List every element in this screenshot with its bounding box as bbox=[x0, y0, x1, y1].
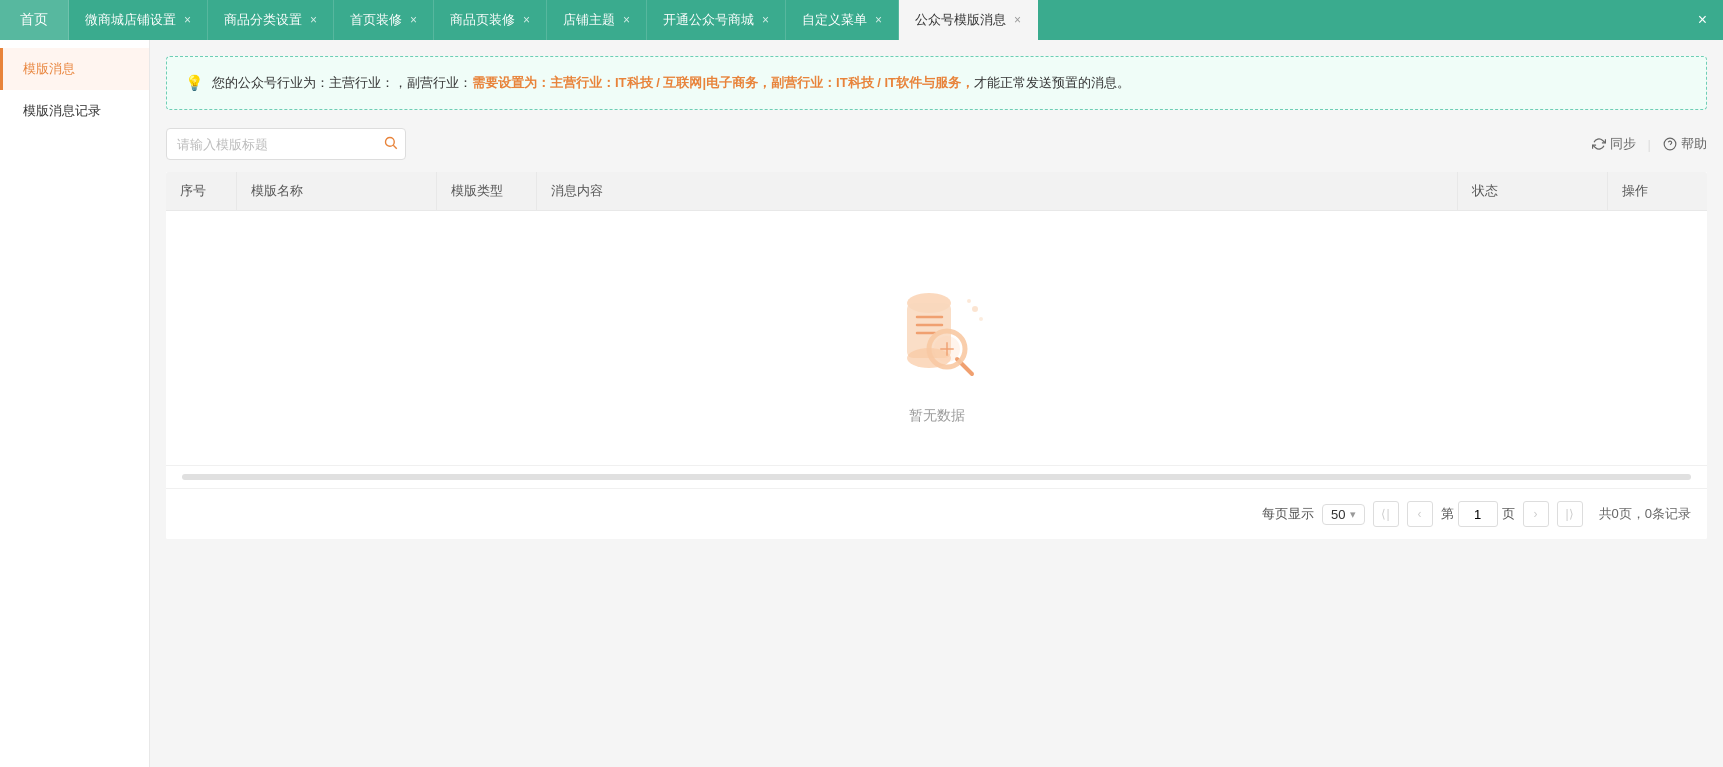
empty-state: 暂无数据 bbox=[166, 211, 1707, 465]
total-info: 共0页，0条记录 bbox=[1599, 505, 1691, 523]
sidebar: 模版消息 模版消息记录 bbox=[0, 40, 150, 767]
search-input[interactable] bbox=[166, 128, 406, 160]
th-index: 序号 bbox=[166, 172, 236, 211]
tab-wsc-shop-label: 微商城店铺设置 bbox=[85, 11, 176, 29]
next-page-button[interactable]: › bbox=[1523, 501, 1549, 527]
tab-product-category[interactable]: 商品分类设置 × bbox=[208, 0, 334, 40]
page-size-value: 50 bbox=[1331, 507, 1345, 522]
th-content-label: 消息内容 bbox=[551, 183, 603, 198]
svg-point-0 bbox=[386, 138, 395, 147]
page-label-before: 第 bbox=[1441, 505, 1454, 523]
th-name-label: 模版名称 bbox=[251, 183, 303, 198]
th-action-label: 操作 bbox=[1622, 183, 1648, 198]
th-status: 状态 bbox=[1457, 172, 1607, 211]
scrollbar-row bbox=[166, 465, 1707, 488]
notice-icon: 💡 bbox=[185, 71, 204, 95]
help-label: 帮助 bbox=[1681, 135, 1707, 153]
tab-shop-theme[interactable]: 店铺主题 × bbox=[547, 0, 647, 40]
divider: | bbox=[1648, 137, 1651, 152]
page-size-select[interactable]: 50 ▾ bbox=[1322, 504, 1364, 525]
next-page-icon: › bbox=[1534, 507, 1538, 521]
notice-prefix: 您的公众号行业为：主营行业：，副营行业： bbox=[212, 73, 472, 94]
page-input-wrap: 第 页 bbox=[1441, 501, 1515, 527]
data-table: 序号 模版名称 模版类型 消息内容 状态 bbox=[166, 172, 1707, 465]
th-name: 模版名称 bbox=[236, 172, 436, 211]
close-all-button[interactable]: × bbox=[1682, 11, 1723, 29]
per-page-label: 每页显示 bbox=[1262, 505, 1314, 523]
tab-product-decor-close[interactable]: × bbox=[523, 13, 530, 27]
notice-suffix: 才能正常发送预置的消息。 bbox=[974, 73, 1130, 94]
first-page-icon: ⟨| bbox=[1381, 507, 1389, 521]
pagination-bar: 每页显示 50 ▾ ⟨| ‹ 第 页 › bbox=[166, 488, 1707, 539]
tab-custom-menu-close[interactable]: × bbox=[875, 13, 882, 27]
sync-button[interactable]: 同步 bbox=[1592, 135, 1636, 153]
tab-product-category-close[interactable]: × bbox=[310, 13, 317, 27]
sidebar-item-template-record[interactable]: 模版消息记录 bbox=[0, 90, 149, 132]
tab-open-mall-close[interactable]: × bbox=[762, 13, 769, 27]
chevron-down-icon: ▾ bbox=[1350, 508, 1356, 521]
tab-homepage-decor-label: 首页装修 bbox=[350, 11, 402, 29]
svg-point-16 bbox=[979, 317, 983, 321]
th-content: 消息内容 bbox=[536, 172, 1457, 211]
sidebar-item-template-record-label: 模版消息记录 bbox=[23, 103, 101, 118]
th-action: 操作 bbox=[1607, 172, 1707, 211]
prev-page-button[interactable]: ‹ bbox=[1407, 501, 1433, 527]
svg-point-15 bbox=[972, 306, 978, 312]
tab-homepage-decor[interactable]: 首页装修 × bbox=[334, 0, 434, 40]
th-type: 模版类型 bbox=[436, 172, 536, 211]
sidebar-item-template-msg[interactable]: 模版消息 bbox=[0, 48, 149, 90]
notice-highlight: 需要设置为：主营行业：IT科技 / 互联网|电子商务，副营行业：IT科技 / I… bbox=[472, 73, 974, 94]
search-input-wrap bbox=[166, 128, 406, 160]
prev-page-icon: ‹ bbox=[1418, 507, 1422, 521]
last-page-icon: |⟩ bbox=[1565, 507, 1573, 521]
last-page-button[interactable]: |⟩ bbox=[1557, 501, 1583, 527]
first-page-button[interactable]: ⟨| bbox=[1373, 501, 1399, 527]
tab-product-category-label: 商品分类设置 bbox=[224, 11, 302, 29]
sync-label: 同步 bbox=[1610, 135, 1636, 153]
table-header-row: 序号 模版名称 模版类型 消息内容 状态 bbox=[166, 172, 1707, 211]
empty-text: 暂无数据 bbox=[909, 407, 965, 425]
svg-point-17 bbox=[967, 299, 971, 303]
top-navigation: 首页 微商城店铺设置 × 商品分类设置 × 首页装修 × 商品页装修 × 店铺主… bbox=[0, 0, 1723, 40]
content-area: 💡 您的公众号行业为：主营行业：，副营行业： 需要设置为：主营行业：IT科技 /… bbox=[150, 40, 1723, 767]
th-index-label: 序号 bbox=[180, 183, 206, 198]
tab-open-mall[interactable]: 开通公众号商城 × bbox=[647, 0, 786, 40]
main-layout: 模版消息 模版消息记录 💡 您的公众号行业为：主营行业：，副营行业： 需要设置为… bbox=[0, 40, 1723, 767]
data-table-wrap: 序号 模版名称 模版类型 消息内容 状态 bbox=[166, 172, 1707, 539]
th-type-label: 模版类型 bbox=[451, 183, 503, 198]
page-number-input[interactable] bbox=[1458, 501, 1498, 527]
tab-wsc-shop[interactable]: 微商城店铺设置 × bbox=[69, 0, 208, 40]
empty-illustration bbox=[877, 271, 997, 391]
tab-wsc-shop-close[interactable]: × bbox=[184, 13, 191, 27]
help-button[interactable]: 帮助 bbox=[1663, 135, 1707, 153]
page-label-after: 页 bbox=[1502, 505, 1515, 523]
tab-product-decor[interactable]: 商品页装修 × bbox=[434, 0, 547, 40]
tab-home-label: 首页 bbox=[20, 11, 48, 29]
horizontal-scrollbar[interactable] bbox=[182, 474, 1691, 480]
sidebar-item-template-msg-label: 模版消息 bbox=[23, 61, 75, 76]
tab-template-msg-label: 公众号模版消息 bbox=[915, 11, 1006, 29]
tab-custom-menu[interactable]: 自定义菜单 × bbox=[786, 0, 899, 40]
th-status-label: 状态 bbox=[1472, 183, 1498, 198]
search-actions: 同步 | 帮助 bbox=[1592, 135, 1707, 153]
tab-template-msg[interactable]: 公众号模版消息 × bbox=[899, 0, 1038, 40]
tab-custom-menu-label: 自定义菜单 bbox=[802, 11, 867, 29]
tab-home[interactable]: 首页 bbox=[0, 0, 69, 40]
empty-state-row: 暂无数据 bbox=[166, 211, 1707, 466]
tab-shop-theme-label: 店铺主题 bbox=[563, 11, 615, 29]
table-body: 暂无数据 bbox=[166, 211, 1707, 466]
tab-open-mall-label: 开通公众号商城 bbox=[663, 11, 754, 29]
tab-product-decor-label: 商品页装修 bbox=[450, 11, 515, 29]
svg-line-1 bbox=[393, 145, 396, 148]
tab-template-msg-close[interactable]: × bbox=[1014, 13, 1021, 27]
tab-homepage-decor-close[interactable]: × bbox=[410, 13, 417, 27]
search-bar: 同步 | 帮助 bbox=[166, 128, 1707, 160]
search-button[interactable] bbox=[383, 135, 398, 153]
tab-shop-theme-close[interactable]: × bbox=[623, 13, 630, 27]
notice-banner: 💡 您的公众号行业为：主营行业：，副营行业： 需要设置为：主营行业：IT科技 /… bbox=[166, 56, 1707, 110]
